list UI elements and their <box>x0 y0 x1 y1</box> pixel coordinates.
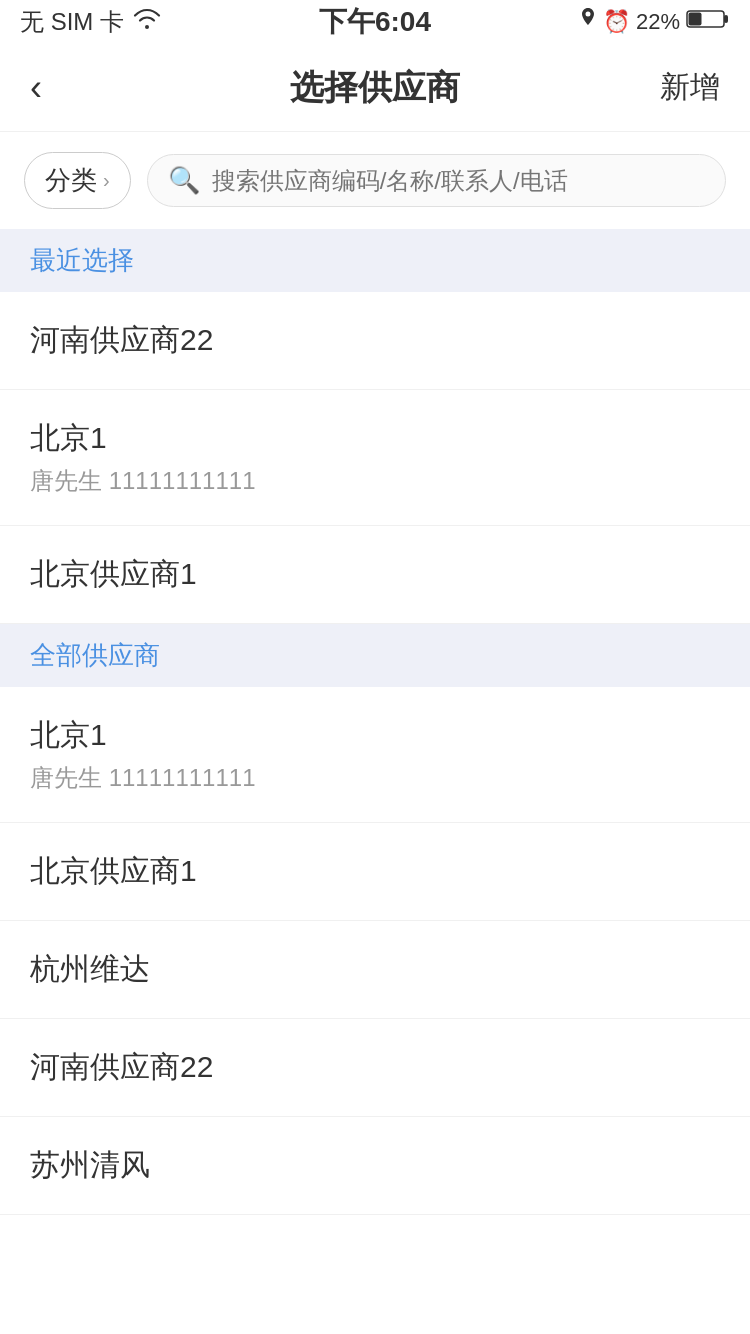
category-button[interactable]: 分类 › <box>24 152 131 209</box>
list-item[interactable]: 北京供应商1 <box>0 823 750 921</box>
filter-bar: 分类 › 🔍 <box>0 132 750 229</box>
recent-section-header: 最近选择 <box>0 229 750 292</box>
search-input[interactable] <box>212 167 705 195</box>
list-item[interactable]: 河南供应商22 <box>0 1019 750 1117</box>
list-item[interactable]: 北京1 唐先生 11111111111 <box>0 687 750 823</box>
list-item[interactable]: 北京1 唐先生 11111111111 <box>0 390 750 526</box>
item-name: 北京供应商1 <box>30 851 720 892</box>
svg-rect-1 <box>689 13 702 26</box>
search-box: 🔍 <box>147 154 726 207</box>
nav-bar: ‹ 选择供应商 新增 <box>0 44 750 132</box>
all-items-list: 北京1 唐先生 11111111111 北京供应商1 杭州维达河南供应商22 苏州清风 <box>0 687 750 1215</box>
page-title: 选择供应商 <box>290 65 460 111</box>
new-button[interactable]: 新增 <box>660 67 720 108</box>
list-item[interactable]: 北京供应商1 <box>0 526 750 624</box>
wifi-icon <box>132 8 162 36</box>
chevron-right-icon: › <box>103 169 110 192</box>
item-name: 北京1 <box>30 418 720 459</box>
alarm-icon: ⏰ <box>603 9 630 35</box>
list-item[interactable]: 苏州清风 <box>0 1117 750 1215</box>
status-left: 无 SIM 卡 <box>20 6 162 38</box>
battery-text: 22% <box>636 9 680 35</box>
category-label: 分类 <box>45 163 97 198</box>
item-name: 北京供应商1 <box>30 554 720 595</box>
back-button[interactable]: ‹ <box>30 67 90 109</box>
status-bar: 无 SIM 卡 下午6:04 ⏰ 22% <box>0 0 750 44</box>
all-section-label: 全部供应商 <box>30 640 160 670</box>
item-name: 北京1 <box>30 715 720 756</box>
sim-label: 无 SIM 卡 <box>20 6 124 38</box>
list-item[interactable]: 杭州维达 <box>0 921 750 1019</box>
svg-rect-2 <box>724 15 728 23</box>
list-item[interactable]: 河南供应商22 <box>0 292 750 390</box>
recent-items-list: 河南供应商22 北京1 唐先生 11111111111 北京供应商1 <box>0 292 750 624</box>
item-sub: 唐先生 11111111111 <box>30 762 720 794</box>
item-name: 苏州清风 <box>30 1145 720 1186</box>
status-time: 下午6:04 <box>319 3 431 41</box>
item-name: 河南供应商22 <box>30 1047 720 1088</box>
status-right: ⏰ 22% <box>579 8 730 36</box>
search-icon: 🔍 <box>168 165 200 196</box>
all-section-header: 全部供应商 <box>0 624 750 687</box>
battery-icon <box>686 8 730 36</box>
item-sub: 唐先生 11111111111 <box>30 465 720 497</box>
location-icon <box>579 8 597 36</box>
item-name: 杭州维达 <box>30 949 720 990</box>
recent-section-label: 最近选择 <box>30 245 134 275</box>
item-name: 河南供应商22 <box>30 320 720 361</box>
